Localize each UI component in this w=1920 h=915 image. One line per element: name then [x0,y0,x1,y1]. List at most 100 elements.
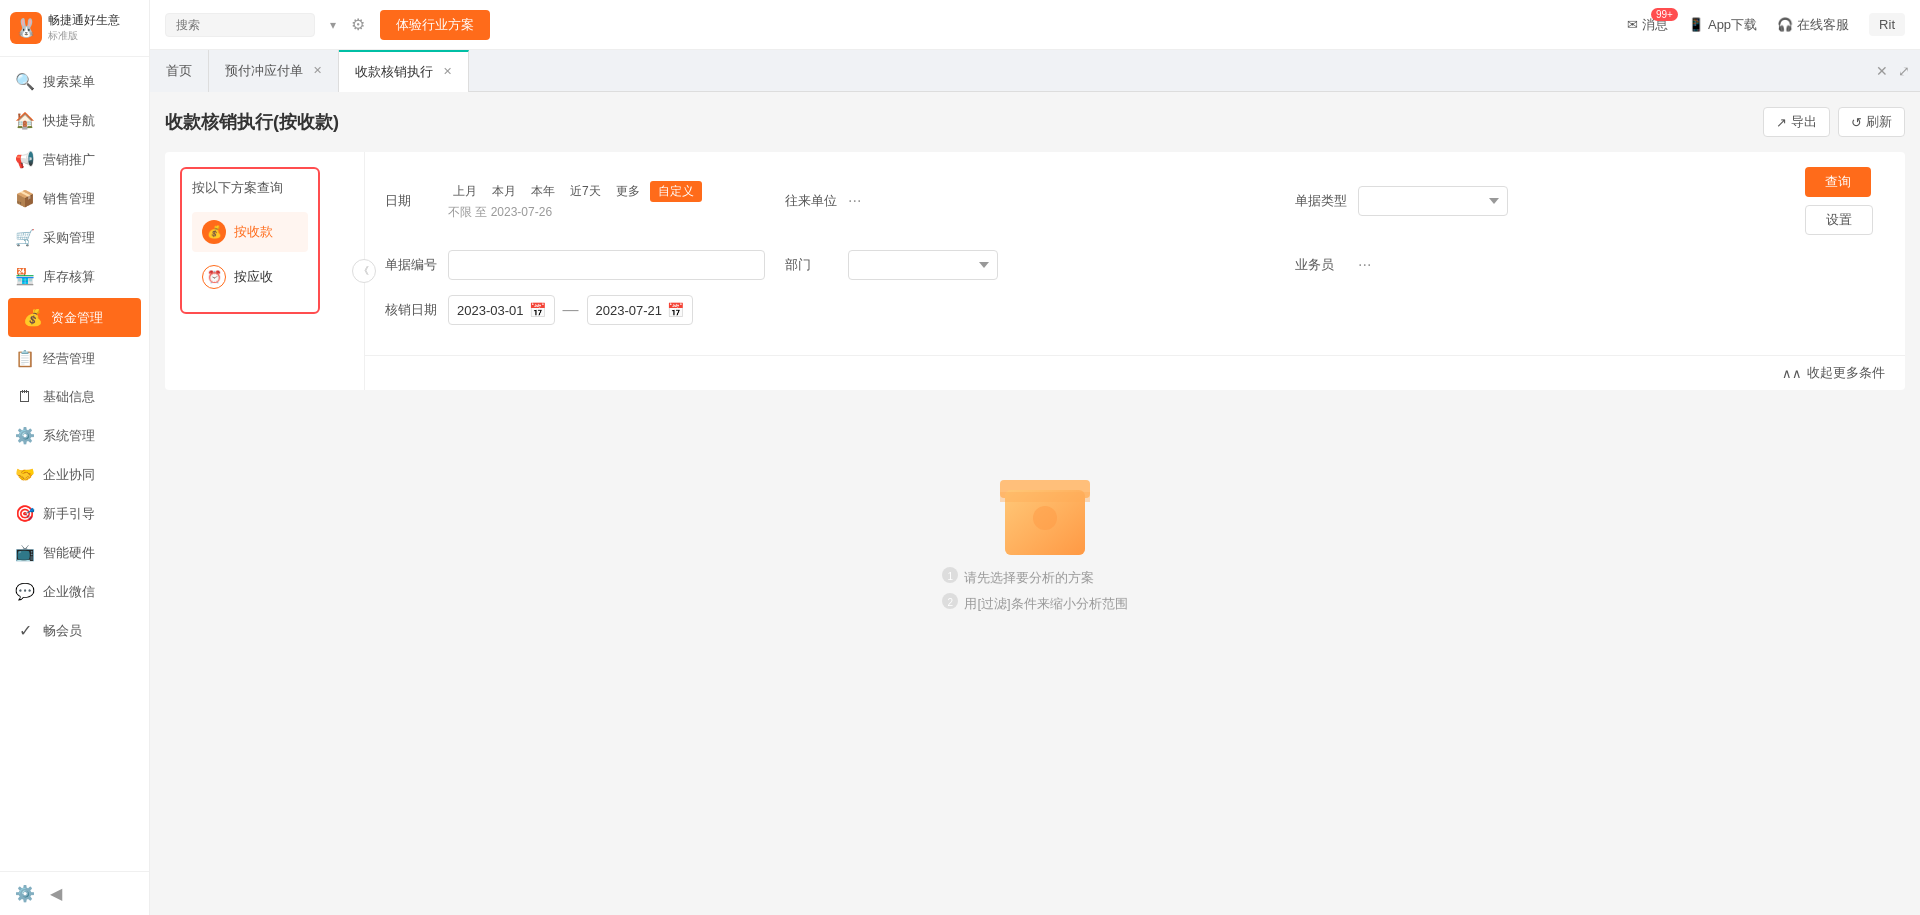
date-field: 日期 上月 本月 本年 近7天 更多 自定义 不限 至 [385,181,765,221]
sidebar-item-search[interactable]: 🔍 搜索菜单 [0,62,149,101]
receivable-icon: ⏰ [202,265,226,289]
empty-state: 1 请先选择要分析的方案 2 用[过滤]条件来缩小分析范围 [165,390,1905,677]
sidebar-item-vip[interactable]: ✓ 畅会员 [0,611,149,650]
sidebar-label-sales: 销售管理 [43,190,95,208]
sidebar-item-guide[interactable]: 🎯 新手引导 [0,494,149,533]
date-btn-custom[interactable]: 自定义 [650,181,702,202]
refresh-button[interactable]: ↺ 刷新 [1838,107,1905,137]
tab-home-label: 首页 [166,62,192,80]
svg-rect-3 [1000,492,1090,502]
tab-prepay-close[interactable]: ✕ [313,64,322,77]
tab-prepay[interactable]: 预付冲应付单 ✕ [209,50,339,92]
sidebar-item-marketing[interactable]: 📢 营销推广 [0,140,149,179]
filter-sidebar-border: 按以下方案查询 💰 按收款 ⏰ 按应收 [180,167,320,314]
sidebar-item-system[interactable]: ⚙️ 系统管理 [0,416,149,455]
date-btn-7days[interactable]: 近7天 [565,181,606,202]
page-content: 收款核销执行(按收款) ↗ 导出 ↺ 刷新 按以下方案查询 💰 [150,92,1920,915]
message-badge: 99+ [1651,8,1678,21]
filter-option-by-receivable[interactable]: ⏰ 按应收 [192,257,308,297]
collapse-more-label: 收起更多条件 [1807,364,1885,382]
home-icon: 🏠 [15,111,35,130]
counterparty-more[interactable]: ··· [848,192,861,210]
message-button[interactable]: ✉ 消息 99+ [1627,16,1668,34]
sidebar-label-quicknav: 快捷导航 [43,112,95,130]
filter-sidebar-title: 按以下方案查询 [192,179,308,197]
service-icon: 🎧 [1777,17,1793,32]
topbar-search-input[interactable] [165,13,315,37]
date-btn-more[interactable]: 更多 [611,181,645,202]
sidebar-label-collab: 企业协同 [43,466,95,484]
tab-home[interactable]: 首页 [150,50,209,92]
svg-point-4 [1033,506,1057,530]
topbar: ▾ ⚙ 体验行业方案 ✉ 消息 99+ 📱 App下载 🎧 在线客服 Rit [150,0,1920,50]
marketing-icon: 📢 [15,150,35,169]
sidebar-menu: 🔍 搜索菜单 🏠 快捷导航 📢 营销推广 📦 销售管理 🛒 采购管理 🏪 库存核… [0,57,149,871]
sidebar-item-purchase[interactable]: 🛒 采购管理 [0,218,149,257]
topbar-gear-icon[interactable]: ⚙ [351,15,365,34]
sidebar-item-hardware[interactable]: 📺 智能硬件 [0,533,149,572]
tabbar-expand-icon[interactable]: ⤢ [1898,63,1910,79]
date-label: 日期 [385,192,440,210]
sidebar-label-basicinfo: 基础信息 [43,388,95,406]
collapse-more-button[interactable]: ∧∧ 收起更多条件 [365,355,1905,390]
filter-sidebar: 按以下方案查询 💰 按收款 ⏰ 按应收 《 [165,152,365,390]
app-download-button[interactable]: 📱 App下载 [1688,16,1757,34]
search-icon: 🔍 [15,72,35,91]
tab-receivable-close[interactable]: ✕ [443,65,452,78]
page-header: 收款核销执行(按收款) ↗ 导出 ↺ 刷新 [165,107,1905,137]
tabbar: 首页 预付冲应付单 ✕ 收款核销执行 ✕ ✕ ⤢ [150,50,1920,92]
sidebar-bottom: ⚙️ ◀ [0,871,149,915]
solution-button[interactable]: 体验行业方案 [380,10,490,40]
settings-button[interactable]: 设置 [1805,205,1873,235]
collapse-sidebar-icon[interactable]: ◀ [50,884,62,903]
user-profile[interactable]: Rit [1869,13,1905,36]
online-service-button[interactable]: 🎧 在线客服 [1777,16,1849,34]
verify-date-label: 核销日期 [385,301,440,319]
tabbar-close-icon[interactable]: ✕ [1876,63,1888,79]
date-btn-this-year[interactable]: 本年 [526,181,560,202]
verify-date-field: 核销日期 2023-03-01 📅 — 2023-07-21 📅 [385,295,1885,325]
salesperson-more[interactable]: ··· [1358,256,1371,274]
query-button[interactable]: 查询 [1805,167,1871,197]
sidebar-item-ops[interactable]: 📋 经营管理 [0,339,149,378]
export-button[interactable]: ↗ 导出 [1763,107,1830,137]
bill-number-field: 单据编号 [385,250,765,280]
date-btn-this-month[interactable]: 本月 [487,181,521,202]
tab-receivable[interactable]: 收款核销执行 ✕ [339,50,469,92]
dept-field: 部门 [785,250,1275,280]
wechat-icon: 💬 [15,582,35,601]
app-icon: 📱 [1688,17,1704,32]
bill-number-input[interactable] [448,250,765,280]
topbar-dropdown-arrow[interactable]: ▾ [330,18,336,32]
empty-step2: 2 用[过滤]条件来缩小分析范围 [942,591,1127,617]
verify-date-start-calendar-icon: 📅 [529,302,546,318]
sidebar-label-vip: 畅会员 [43,622,82,640]
app-label: App下载 [1708,16,1757,34]
sidebar-item-sales[interactable]: 📦 销售管理 [0,179,149,218]
sidebar-label-finance: 资金管理 [51,309,103,327]
verify-date-start-text: 2023-03-01 [457,303,524,318]
ops-icon: 📋 [15,349,35,368]
dept-select[interactable] [848,250,998,280]
settings-bottom-icon[interactable]: ⚙️ [15,884,35,903]
filter-row-2: 单据编号 部门 业务员 ··· [385,250,1885,280]
sidebar-item-finance[interactable]: 💰 资金管理 [8,298,141,337]
filter-option-by-receipt[interactable]: 💰 按收款 [192,212,308,252]
filter-area: 按以下方案查询 💰 按收款 ⏰ 按应收 《 [165,152,1905,390]
sidebar-label-inventory: 库存核算 [43,268,95,286]
sidebar-item-quicknav[interactable]: 🏠 快捷导航 [0,101,149,140]
verify-date-start-input[interactable]: 2023-03-01 📅 [448,295,555,325]
sidebar-item-wechat[interactable]: 💬 企业微信 [0,572,149,611]
logo-area: 🐰 畅捷通好生意 标准版 [0,0,149,57]
verify-date-end-input[interactable]: 2023-07-21 📅 [587,295,694,325]
bill-type-select[interactable] [1358,186,1508,216]
sidebar-item-collab[interactable]: 🤝 企业协同 [0,455,149,494]
collapse-filter-button[interactable]: 《 [352,259,376,283]
salesperson-label: 业务员 [1295,256,1350,274]
sidebar-label-system: 系统管理 [43,427,95,445]
date-btn-last-month[interactable]: 上月 [448,181,482,202]
filter-form-inner: 日期 上月 本月 本年 近7天 更多 自定义 不限 至 [365,152,1905,355]
counterparty-label: 往来单位 [785,192,840,210]
sidebar-item-basicinfo[interactable]: 🗒 基础信息 [0,378,149,416]
sidebar-item-inventory[interactable]: 🏪 库存核算 [0,257,149,296]
